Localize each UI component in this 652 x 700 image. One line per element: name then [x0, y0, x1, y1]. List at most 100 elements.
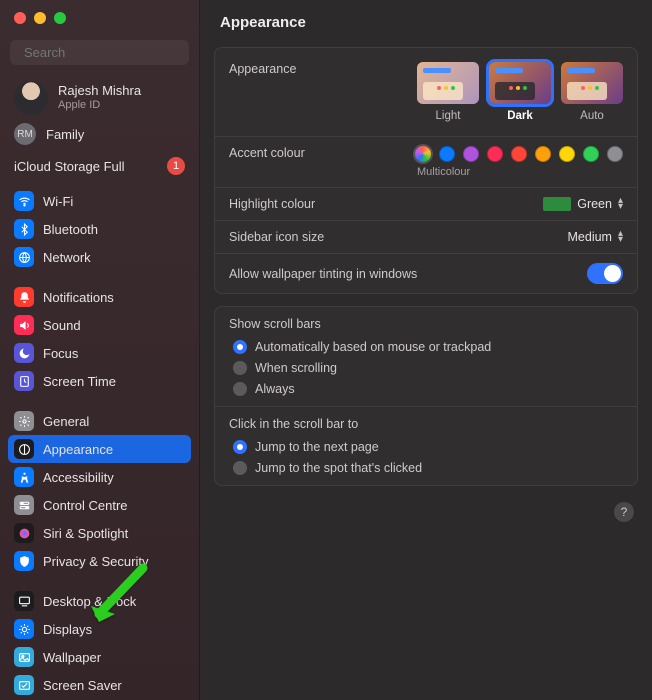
radio-icon	[233, 461, 247, 475]
accent-swatch[interactable]	[607, 146, 623, 162]
desktopdock-icon	[14, 591, 34, 611]
sidebar: Rajesh Mishra Apple ID RM Family iCloud …	[0, 0, 200, 700]
apple-id-account[interactable]: Rajesh Mishra Apple ID	[10, 77, 189, 119]
icloud-storage-row[interactable]: iCloud Storage Full 1	[0, 155, 199, 185]
sidebar-item-appearance[interactable]: Appearance	[8, 435, 191, 463]
chevron-updown-icon: ▴▾	[618, 198, 623, 210]
sidebar-item-general[interactable]: General	[8, 407, 191, 435]
highlight-value: Green	[577, 197, 612, 211]
main-pane: Appearance Appearance LightDarkAuto Acce…	[200, 0, 652, 700]
help-area: ?	[200, 492, 652, 532]
sidebar-item-network[interactable]: Network	[8, 243, 191, 271]
family-account[interactable]: RM Family	[10, 119, 189, 149]
sidebar-item-desktopdock[interactable]: Desktop & Dock	[8, 587, 191, 615]
sidebar-item-screensaver[interactable]: Screen Saver	[8, 671, 191, 699]
radio-label: When scrolling	[255, 361, 337, 375]
scrollbars-option[interactable]: Always	[229, 382, 623, 396]
storage-label: iCloud Storage Full	[14, 159, 125, 174]
sidebar-item-label: Privacy & Security	[43, 554, 148, 569]
zoom-icon[interactable]	[54, 12, 66, 24]
scrollbars-group: Show scroll bars Automatically based on m…	[215, 307, 637, 406]
sidebar-item-bluetooth[interactable]: Bluetooth	[8, 215, 191, 243]
accent-swatches: Multicolour	[415, 146, 623, 178]
sidebar-item-label: Appearance	[43, 442, 113, 457]
tinting-row: Allow wallpaper tinting in windows	[215, 253, 637, 293]
sidebar-item-siri[interactable]: Siri & Spotlight	[8, 519, 191, 547]
accent-swatch[interactable]	[511, 146, 527, 162]
sidebar-item-label: Screen Saver	[43, 678, 122, 693]
close-icon[interactable]	[14, 12, 26, 24]
accent-swatch[interactable]	[535, 146, 551, 162]
sidebar-item-sound[interactable]: Sound	[8, 311, 191, 339]
radio-icon	[233, 340, 247, 354]
appearance-thumbs: Light Dark Auto	[417, 62, 623, 122]
appearance-thumb-icon	[561, 62, 623, 104]
chevron-updown-icon: ▴▾	[618, 231, 623, 243]
general-icon	[14, 411, 34, 431]
appearance-caption: Dark	[507, 110, 533, 122]
appearance-option-dark[interactable]: Dark	[489, 62, 551, 122]
accent-swatch[interactable]	[439, 146, 455, 162]
sidebar-item-notifications[interactable]: Notifications	[8, 283, 191, 311]
sidebarsize-picker[interactable]: Medium ▴▾	[568, 230, 624, 244]
help-button[interactable]: ?	[614, 502, 634, 522]
radio-icon	[233, 440, 247, 454]
sidebar-item-label: Siri & Spotlight	[43, 526, 128, 541]
radio-label: Always	[255, 382, 295, 396]
search-input[interactable]	[24, 45, 200, 60]
scrollbars-label: Show scroll bars	[229, 317, 623, 331]
page-header: Appearance	[200, 0, 652, 41]
sidebar-item-label: Wallpaper	[43, 650, 101, 665]
wifi-icon	[14, 191, 34, 211]
accent-swatch-row	[415, 146, 623, 162]
sidebar-group-alerts: NotificationsSoundFocus Screen Time	[0, 281, 199, 405]
accent-swatch[interactable]	[559, 146, 575, 162]
system-settings-window: Rajesh Mishra Apple ID RM Family iCloud …	[0, 0, 652, 700]
wallpaper-icon	[14, 647, 34, 667]
sidebar-item-label: Control Centre	[43, 498, 128, 513]
radio-icon	[233, 361, 247, 375]
sidebar-item-screentime[interactable]: Screen Time	[8, 367, 191, 395]
clickbar-label: Click in the scroll bar to	[229, 417, 623, 431]
minimize-icon[interactable]	[34, 12, 46, 24]
accounts-section: Rajesh Mishra Apple ID RM Family	[0, 75, 199, 155]
sidebar-item-label: Bluetooth	[43, 222, 98, 237]
accent-swatch[interactable]	[463, 146, 479, 162]
family-label: Family	[46, 127, 84, 142]
radio-icon	[233, 382, 247, 396]
sidebar-item-label: Accessibility	[43, 470, 114, 485]
sidebar-item-controlcentre[interactable]: Control Centre	[8, 491, 191, 519]
account-name: Rajesh Mishra	[58, 84, 141, 99]
appearance-option-auto[interactable]: Auto	[561, 62, 623, 122]
sidebar-item-accessibility[interactable]: Accessibility	[8, 463, 191, 491]
clickbar-option[interactable]: Jump to the spot that's clicked	[229, 461, 623, 475]
siri-icon	[14, 523, 34, 543]
accent-swatch[interactable]	[583, 146, 599, 162]
sidebar-item-focus[interactable]: Focus	[8, 339, 191, 367]
search-field[interactable]	[10, 40, 189, 65]
tinting-toggle[interactable]	[587, 263, 623, 284]
clickbar-option[interactable]: Jump to the next page	[229, 440, 623, 454]
sidebar-item-displays[interactable]: Displays	[8, 615, 191, 643]
accent-swatch[interactable]	[487, 146, 503, 162]
highlight-picker[interactable]: Green ▴▾	[543, 197, 623, 211]
appearance-caption: Auto	[580, 110, 604, 122]
appearance-panel: Appearance LightDarkAuto Accent colour M…	[214, 47, 638, 294]
sidebarsize-value: Medium	[568, 230, 612, 244]
scrollbars-option[interactable]: When scrolling	[229, 361, 623, 375]
network-icon	[14, 247, 34, 267]
appearance-thumb-icon	[489, 62, 551, 104]
sidebar-item-privacy[interactable]: Privacy & Security	[8, 547, 191, 575]
accent-swatch[interactable]	[415, 146, 431, 162]
screensaver-icon	[14, 675, 34, 695]
sidebar-item-wifi[interactable]: Wi-Fi	[8, 187, 191, 215]
scrollbars-option[interactable]: Automatically based on mouse or trackpad	[229, 340, 623, 354]
sidebar-item-wallpaper[interactable]: Wallpaper	[8, 643, 191, 671]
highlight-chip	[543, 197, 571, 211]
accent-row: Accent colour Multicolour	[215, 136, 637, 187]
sidebar-item-label: Screen Time	[43, 374, 116, 389]
account-sub: Apple ID	[58, 99, 141, 112]
sidebar-item-label: General	[43, 414, 89, 429]
sidebar-group-display: Desktop & DockDisplays Wallpaper Screen Sa…	[0, 585, 199, 700]
appearance-option-light[interactable]: Light	[417, 62, 479, 122]
